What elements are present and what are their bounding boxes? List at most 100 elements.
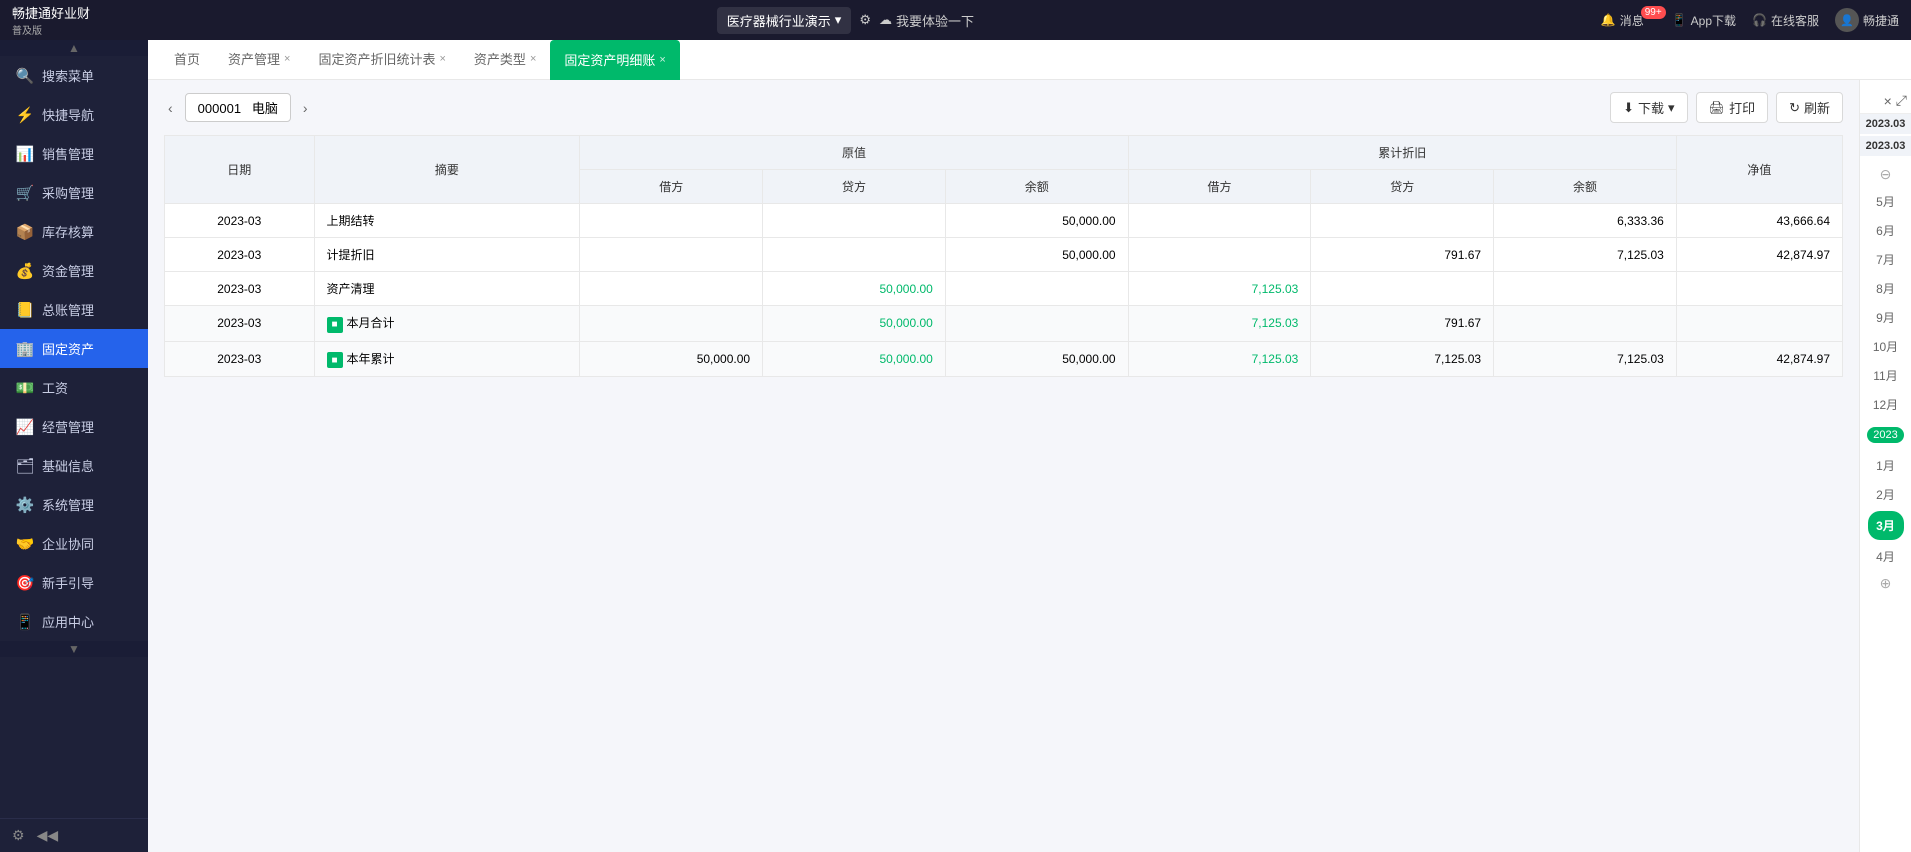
sidebar-scroll-up[interactable]: ▲ xyxy=(0,40,148,56)
asset-name: 电脑 xyxy=(252,101,278,116)
sidebar-item-quicknav[interactable]: ⚡ 快捷导航 xyxy=(0,95,148,134)
timeline-collapse-icon[interactable]: ⊖ xyxy=(1876,162,1896,187)
th-orig-credit: 贷方 xyxy=(763,170,946,204)
expand-panel-button[interactable]: ⤢ xyxy=(1896,92,1907,109)
bell-icon: 🔔 xyxy=(1601,13,1616,27)
action-buttons: ⬇ 下载 ▾ 🖨 打印 ↻ 刷新 xyxy=(1610,92,1843,123)
tab-assettype[interactable]: 资产类型 × xyxy=(460,40,550,80)
tab-assetmgmt-close[interactable]: × xyxy=(284,53,290,65)
cell-acc-debit xyxy=(1128,238,1311,272)
cell-summary: 上期结转 xyxy=(314,204,580,238)
cell-net-value: 43,666.64 xyxy=(1676,204,1842,238)
tab-home[interactable]: 首页 xyxy=(160,40,214,80)
experience-button[interactable]: ☁ 我要体验一下 xyxy=(879,11,974,30)
th-date: 日期 xyxy=(165,136,315,204)
sidebar-item-management[interactable]: 📈 经营管理 xyxy=(0,407,148,446)
sidebar-item-fixedasset[interactable]: 🏢 固定资产 xyxy=(0,329,148,368)
tab-assetmgmt[interactable]: 资产管理 × xyxy=(214,40,304,80)
sidebar: ▲ 🔍 搜索菜单 ⚡ 快捷导航 📊 销售管理 🛒 采购管理 📦 库存核算 💰 资… xyxy=(0,40,148,852)
search-icon: 🔍 xyxy=(16,67,34,85)
tab-home-label: 首页 xyxy=(174,49,200,68)
user-avatar[interactable]: 👤 畅捷通 xyxy=(1835,8,1899,32)
sidebar-item-sales[interactable]: 📊 销售管理 xyxy=(0,134,148,173)
cell-summary[interactable]: ■本年累计 xyxy=(314,341,580,377)
company-selector[interactable]: 医疗器械行业演示 ▾ xyxy=(717,7,852,34)
cell-acc-debit: 7,125.03 xyxy=(1128,341,1311,377)
sidebar-item-appcenter[interactable]: 📱 应用中心 xyxy=(0,602,148,641)
tab-assetdetail-label: 固定资产明细账 xyxy=(564,50,655,69)
timeline-year-badge: 2023 xyxy=(1867,427,1903,443)
tab-depreciation-label: 固定资产折旧统计表 xyxy=(318,49,435,68)
timeline-month-12[interactable]: 12月 xyxy=(1860,390,1911,419)
print-label: 打印 xyxy=(1729,98,1755,117)
sidebar-item-ledger[interactable]: 📒 总账管理 xyxy=(0,290,148,329)
tab-assetdetail[interactable]: 固定资产明细账 × xyxy=(550,40,679,80)
timeline-month-10[interactable]: 10月 xyxy=(1860,332,1911,361)
cell-summary: 计提折旧 xyxy=(314,238,580,272)
online-service-button[interactable]: 🎧 在线客服 xyxy=(1752,12,1819,29)
sidebar-item-newguide[interactable]: 🎯 新手引导 xyxy=(0,563,148,602)
tab-depreciation-close[interactable]: × xyxy=(439,53,445,65)
content-area: 首页 资产管理 × 固定资产折旧统计表 × 资产类型 × 固定资产明细账 × xyxy=(148,40,1911,852)
summary-badge: ■ xyxy=(327,352,343,368)
tab-assettype-close[interactable]: × xyxy=(530,53,536,65)
avatar: 👤 xyxy=(1835,8,1859,32)
sidebar-item-inventory[interactable]: 📦 库存核算 xyxy=(0,212,148,251)
settings-icon[interactable]: ⚙ xyxy=(859,12,871,28)
summary-badge: ■ xyxy=(327,317,343,333)
cell-acc-debit: 7,125.03 xyxy=(1128,272,1311,306)
edition-label: 普及版 xyxy=(12,22,90,37)
notifications-badge: 99+ xyxy=(1641,6,1666,19)
notifications-label: 消息 xyxy=(1620,12,1644,29)
sidebar-item-collaboration[interactable]: 🤝 企业协同 xyxy=(0,524,148,563)
sidebar-scroll-down[interactable]: ▼ xyxy=(0,641,148,657)
sidebar-item-system[interactable]: ⚙️ 系统管理 xyxy=(0,485,148,524)
download-label: 下载 xyxy=(1638,98,1664,117)
notifications-button[interactable]: 🔔 消息 99+ xyxy=(1601,12,1656,29)
timeline-expand-icon[interactable]: ⊕ xyxy=(1876,571,1896,596)
cell-orig-balance: 50,000.00 xyxy=(945,238,1128,272)
sidebar-label-capital: 资金管理 xyxy=(42,261,94,280)
cell-acc-credit: 791.67 xyxy=(1311,306,1494,342)
sidebar-item-basicinfo[interactable]: 🗂 基础信息 xyxy=(0,446,148,485)
close-panel-button[interactable]: × xyxy=(1884,93,1892,109)
sidebar-settings-btn[interactable]: ⚙ xyxy=(12,827,25,844)
timeline-month-7[interactable]: 7月 xyxy=(1860,245,1911,274)
sidebar-item-search[interactable]: 🔍 搜索菜单 xyxy=(0,56,148,95)
cell-orig-credit xyxy=(763,238,946,272)
th-acc-balance: 余额 xyxy=(1494,170,1677,204)
tab-depreciation[interactable]: 固定资产折旧统计表 × xyxy=(304,40,459,80)
timeline-month-4[interactable]: 4月 xyxy=(1860,542,1911,571)
top-bar: 畅捷通好业财 普及版 医疗器械行业演示 ▾ ⚙ ☁ 我要体验一下 🔔 消息 99… xyxy=(0,0,1911,40)
cell-summary[interactable]: ■ 本月合计 xyxy=(314,306,580,342)
sidebar-item-capital[interactable]: 💰 资金管理 xyxy=(0,251,148,290)
timeline-month-11[interactable]: 11月 xyxy=(1860,361,1911,390)
cell-date: 2023-03 xyxy=(165,238,315,272)
timeline-month-9[interactable]: 9月 xyxy=(1860,303,1911,332)
app-logo: 畅捷通好业财 xyxy=(12,3,90,22)
tab-assettype-label: 资产类型 xyxy=(474,49,526,68)
sidebar-item-purchase[interactable]: 🛒 采购管理 xyxy=(0,173,148,212)
next-arrow[interactable]: › xyxy=(299,98,312,118)
tabs-bar: 首页 资产管理 × 固定资产折旧统计表 × 资产类型 × 固定资产明细账 × xyxy=(148,40,1911,80)
tab-assetdetail-close[interactable]: × xyxy=(659,54,665,66)
capital-icon: 💰 xyxy=(16,262,34,280)
timeline-month-8[interactable]: 8月 xyxy=(1860,274,1911,303)
sidebar-collapse-btn[interactable]: ◀◀ xyxy=(37,827,59,844)
dropdown-arrow: ▾ xyxy=(1668,100,1675,116)
app-download-button[interactable]: 📱 App下载 xyxy=(1672,12,1736,29)
download-icon: ⬇ xyxy=(1623,100,1634,116)
download-button[interactable]: ⬇ 下载 ▾ xyxy=(1610,92,1687,123)
timeline-month-1[interactable]: 1月 xyxy=(1860,451,1911,480)
print-button[interactable]: 🖨 打印 xyxy=(1696,92,1769,123)
refresh-button[interactable]: ↻ 刷新 xyxy=(1776,92,1843,123)
prev-arrow[interactable]: ‹ xyxy=(164,98,177,118)
timeline-month-5[interactable]: 5月 xyxy=(1860,187,1911,216)
table-row: 2023-03资产清理50,000.007,125.03 xyxy=(165,272,1843,306)
summary-text: 本月合计 xyxy=(347,316,395,330)
timeline-month-2[interactable]: 2月 xyxy=(1860,480,1911,509)
timeline-month-3-active[interactable]: 3月 xyxy=(1868,511,1904,540)
timeline-month-6[interactable]: 6月 xyxy=(1860,216,1911,245)
cell-summary: 资产清理 xyxy=(314,272,580,306)
sidebar-item-salary[interactable]: 💵 工资 xyxy=(0,368,148,407)
